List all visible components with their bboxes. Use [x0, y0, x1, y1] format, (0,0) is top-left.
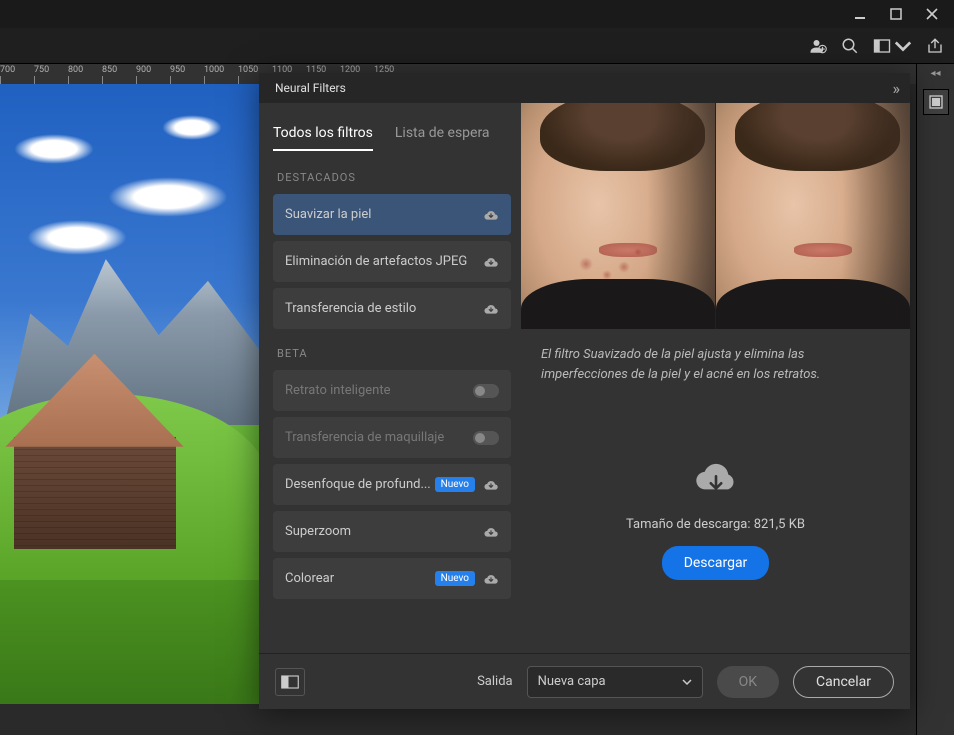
ok-button[interactable]: OK — [717, 666, 779, 698]
search-icon[interactable] — [841, 37, 859, 55]
share-icon[interactable] — [926, 37, 944, 55]
document-canvas[interactable] — [0, 84, 270, 704]
filter-detail-pane: El filtro Suavizado de la piel ajusta y … — [521, 103, 910, 653]
section-featured-label: DESTACADOS — [277, 171, 511, 184]
neural-filters-panel: Neural Filters » Todos los filtros Lista… — [259, 73, 910, 709]
preview-toggle-button[interactable] — [275, 668, 305, 696]
user-add-icon[interactable] — [809, 37, 827, 55]
tab-all-filters[interactable]: Todos los filtros — [273, 125, 373, 151]
filter-item-eliminacion-de-artefacto[interactable]: Eliminación de artefactos JPEG — [273, 241, 511, 282]
filter-item-label: Superzoom — [285, 524, 351, 539]
filter-item-transferencia-de-estilo[interactable]: Transferencia de estilo — [273, 288, 511, 329]
filter-item-label: Transferencia de maquillaje — [285, 430, 444, 445]
filter-item-label: Suavizar la piel — [285, 207, 371, 222]
filter-item-superzoom[interactable]: Superzoom — [273, 511, 511, 552]
cloud-download-icon[interactable] — [483, 208, 499, 222]
filter-toggle[interactable] — [473, 384, 499, 398]
workspace-switcher[interactable] — [873, 37, 912, 55]
minimize-button[interactable] — [844, 3, 876, 25]
right-panel-strip: ◂◂ — [916, 64, 954, 735]
new-badge: Nuevo — [435, 571, 475, 586]
cloud-download-icon — [694, 457, 738, 503]
filter-item-transferencia-de-maquill[interactable]: Transferencia de maquillaje — [273, 417, 511, 458]
cancel-button[interactable]: Cancelar — [793, 666, 894, 698]
output-select-value: Nueva capa — [538, 674, 606, 689]
close-button[interactable] — [916, 3, 948, 25]
collapse-panel-icon[interactable]: » — [893, 79, 901, 98]
ruler-label: 750 — [34, 65, 49, 75]
ruler-label: 800 — [68, 65, 83, 75]
before-after-preview — [521, 103, 910, 329]
filter-item-label: Colorear — [285, 571, 334, 586]
output-select[interactable]: Nueva capa — [527, 666, 703, 698]
app-topbar — [0, 28, 954, 64]
tab-waitlist[interactable]: Lista de espera — [395, 125, 490, 151]
ruler-label: 900 — [136, 65, 151, 75]
download-size-label: Tamaño de descarga: 821,5 KB — [626, 517, 805, 532]
output-label: Salida — [477, 674, 513, 689]
filter-list-pane: Todos los filtros Lista de espera DESTAC… — [259, 103, 521, 653]
chevron-down-icon — [682, 677, 692, 687]
ruler-label: 1000 — [204, 65, 224, 75]
preview-before — [521, 103, 715, 329]
panel-footer: Salida Nueva capa OK Cancelar — [259, 653, 910, 709]
window-titlebar — [0, 0, 954, 28]
panel-title: Neural Filters — [269, 81, 352, 95]
ruler-label: 950 — [170, 65, 185, 75]
preview-after — [715, 103, 910, 329]
filter-item-desenfoque-de-profund[interactable]: Desenfoque de profund... Nuevo — [273, 464, 511, 505]
filter-item-label: Retrato inteligente — [285, 383, 390, 398]
expand-panels-icon[interactable]: ◂◂ — [917, 68, 954, 79]
cloud-download-icon[interactable] — [483, 255, 499, 269]
cloud-download-icon[interactable] — [483, 478, 499, 492]
filter-item-retrato-inteligente[interactable]: Retrato inteligente — [273, 370, 511, 411]
ruler-label: 850 — [102, 65, 117, 75]
download-button[interactable]: Descargar — [662, 546, 770, 580]
ruler-label: 1050 — [238, 65, 258, 75]
ruler-label: 700 — [0, 65, 15, 75]
cloud-download-icon[interactable] — [483, 525, 499, 539]
filter-item-suavizar-la-piel[interactable]: Suavizar la piel — [273, 194, 511, 235]
filter-description: El filtro Suavizado de la piel ajusta y … — [521, 329, 910, 384]
filter-item-label: Eliminación de artefactos JPEG — [285, 254, 467, 269]
section-beta-label: BETA — [277, 347, 511, 360]
filter-item-colorear[interactable]: Colorear Nuevo — [273, 558, 511, 599]
filter-item-label: Desenfoque de profund... — [285, 477, 431, 492]
new-badge: Nuevo — [435, 477, 475, 492]
maximize-button[interactable] — [880, 3, 912, 25]
cloud-download-icon[interactable] — [483, 572, 499, 586]
cloud-download-icon[interactable] — [483, 302, 499, 316]
panel-icon[interactable] — [923, 89, 949, 115]
filter-item-label: Transferencia de estilo — [285, 301, 416, 316]
panel-tabbar: Neural Filters » — [259, 73, 910, 103]
filter-toggle[interactable] — [473, 431, 499, 445]
